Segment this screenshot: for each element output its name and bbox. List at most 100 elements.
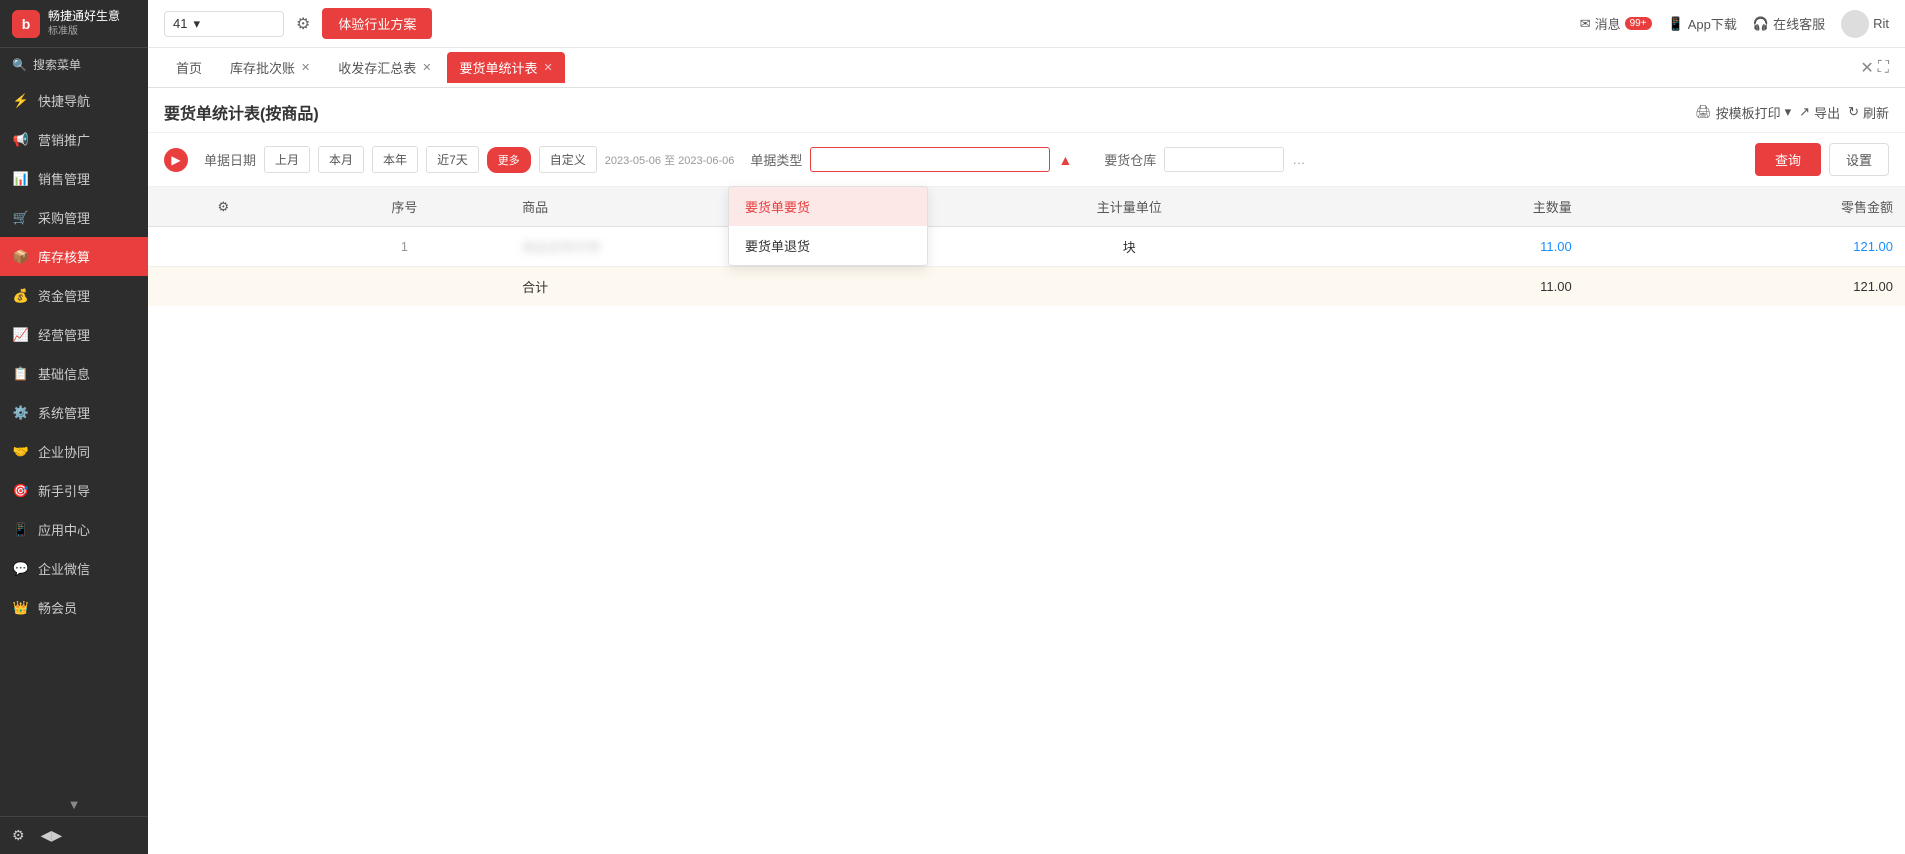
sidebar-item-purchase[interactable]: 🛒 采购管理: [0, 198, 148, 237]
basic-icon: 📋: [12, 365, 30, 383]
date-btn-this-year[interactable]: 本年: [372, 146, 418, 173]
col-num: 序号: [299, 187, 510, 227]
sidebar-item-sales[interactable]: 📊 销售管理: [0, 159, 148, 198]
cell-amount[interactable]: 121.00: [1584, 227, 1905, 267]
operations-icon: 📈: [12, 326, 30, 344]
tab-home[interactable]: 首页: [164, 52, 214, 83]
content-area: 要货单统计表(按商品) 🖨 按模板打印 ▾ ↗ 导出 ↻ 刷新 ▶: [148, 88, 1905, 854]
tab-order-stat-close[interactable]: ✕: [544, 61, 553, 74]
user-item[interactable]: Rit: [1841, 10, 1889, 38]
table-container: ⚙ 序号 商品 主计量单位 主数量 零售金额 1: [148, 187, 1905, 306]
wechat-icon: 💬: [12, 560, 30, 578]
sidebar-footer: ⚙ ◀▶: [0, 816, 148, 854]
headset-icon: 🎧: [1753, 16, 1769, 32]
table-footer-row: 合计 11.00 121.00: [148, 267, 1905, 307]
company-selector[interactable]: 41 ▾: [164, 11, 284, 37]
app-download-item[interactable]: 📱 App下载: [1668, 14, 1737, 33]
col-settings[interactable]: ⚙: [148, 187, 299, 227]
cell-qty[interactable]: 11.00: [1317, 227, 1583, 267]
settings-button[interactable]: 设置: [1829, 143, 1889, 176]
tab-close-all[interactable]: ✕ ⛶: [1860, 58, 1889, 78]
sidebar: b 畅捷通好生意 标准版 🔍 搜索菜单 ⚡ 快捷导航 📢 营销推广 📊 销售管理…: [0, 0, 148, 854]
expand-button[interactable]: ▶: [164, 148, 188, 172]
col-unit: 主计量单位: [941, 187, 1317, 227]
topbar-gear-icon[interactable]: ⚙: [296, 14, 310, 34]
cell-settings: [148, 227, 299, 267]
type-filter-input[interactable]: [810, 147, 1050, 172]
sidebar-item-quick-nav[interactable]: ⚡ 快捷导航: [0, 81, 148, 120]
export-button[interactable]: ↗ 导出: [1799, 103, 1840, 122]
settings-icon[interactable]: ⚙: [12, 827, 25, 844]
print-icon: 🖨: [1695, 104, 1712, 120]
footer-empty2: [299, 267, 510, 307]
date-btn-last-month[interactable]: 上月: [264, 146, 310, 173]
tab-batch[interactable]: 库存批次账 ✕: [218, 52, 322, 83]
type-filter-label: 单据类型: [750, 150, 802, 169]
avatar: [1841, 10, 1869, 38]
quick-nav-icon: ⚡: [12, 92, 30, 110]
sidebar-item-basic[interactable]: 📋 基础信息: [0, 354, 148, 393]
warehouse-filter-input[interactable]: [1164, 147, 1284, 172]
sidebar-nav: ⚡ 快捷导航 📢 营销推广 📊 销售管理 🛒 采购管理 📦 库存核算 💰 资金管…: [0, 81, 148, 793]
cell-unit: 块: [941, 227, 1317, 267]
query-button[interactable]: 查询: [1755, 143, 1821, 176]
guide-icon: 🎯: [12, 482, 30, 500]
sidebar-item-guide[interactable]: 🎯 新手引导: [0, 471, 148, 510]
template-print-button[interactable]: 🖨 按模板打印 ▾: [1695, 103, 1791, 122]
dropdown-item-order[interactable]: 要货单要货: [729, 187, 927, 226]
app-logo-text: 畅捷通好生意 标准版: [48, 9, 120, 38]
date-filter-label: 单据日期: [204, 150, 256, 169]
message-icon: ✉: [1580, 16, 1591, 32]
sidebar-search[interactable]: 🔍 搜索菜单: [0, 48, 148, 81]
date-btn-more[interactable]: 更多: [487, 147, 531, 173]
col-qty: 主数量: [1317, 187, 1583, 227]
footer-amount: 121.00: [1584, 267, 1905, 307]
footer-qty: 11.00: [1317, 267, 1583, 307]
tab-batch-close[interactable]: ✕: [301, 61, 310, 74]
sidebar-item-inventory[interactable]: 📦 库存核算: [0, 237, 148, 276]
collapse-icon[interactable]: ◀▶: [41, 827, 63, 844]
sidebar-item-appstore[interactable]: 📱 应用中心: [0, 510, 148, 549]
sidebar-item-member[interactable]: 👑 畅会员: [0, 588, 148, 627]
refresh-button[interactable]: ↻ 刷新: [1848, 103, 1889, 122]
sidebar-item-corp[interactable]: 🤝 企业协同: [0, 432, 148, 471]
tabbar: 首页 库存批次账 ✕ 收发存汇总表 ✕ 要货单统计表 ✕ ✕ ⛶: [148, 48, 1905, 88]
service-item[interactable]: 🎧 在线客服: [1753, 14, 1825, 33]
sidebar-item-operations[interactable]: 📈 经营管理: [0, 315, 148, 354]
chevron-down-icon2: ▾: [1785, 104, 1792, 120]
data-table: ⚙ 序号 商品 主计量单位 主数量 零售金额 1: [148, 187, 1905, 306]
sidebar-item-marketing[interactable]: 📢 营销推广: [0, 120, 148, 159]
corp-icon: 🤝: [12, 443, 30, 461]
inventory-icon: 📦: [12, 248, 30, 266]
dropdown-item-return[interactable]: 要货单退货: [729, 226, 927, 265]
sidebar-scroll-down[interactable]: ▼: [0, 793, 148, 816]
system-icon: ⚙️: [12, 404, 30, 422]
date-btn-7days[interactable]: 近7天: [426, 146, 479, 173]
maximize-icon: ⛶: [1878, 59, 1889, 77]
trial-button[interactable]: 体验行业方案: [322, 8, 432, 39]
export-icon: ↗: [1799, 104, 1810, 120]
search-icon: 🔍: [12, 58, 27, 72]
sidebar-item-system[interactable]: ⚙️ 系统管理: [0, 393, 148, 432]
tab-collect-close[interactable]: ✕: [422, 61, 431, 74]
messages-item[interactable]: ✉ 消息 99+: [1580, 14, 1652, 33]
tab-order-stat[interactable]: 要货单统计表 ✕: [447, 52, 564, 83]
page-title: 要货单统计表(按商品): [164, 100, 319, 124]
filter-bar: ▶ 单据日期 上月 本月 本年 近7天 更多 自定义 2023-05-06 至 …: [148, 133, 1905, 187]
type-dropdown-arrow[interactable]: ▲: [1058, 152, 1072, 168]
main-area: 41 ▾ ⚙ 体验行业方案 ✉ 消息 99+ 📱 App下载 🎧 在线客服 R: [148, 0, 1905, 854]
marketing-icon: 📢: [12, 131, 30, 149]
type-dropdown: 要货单要货 要货单退货: [728, 186, 928, 266]
table-settings-icon[interactable]: ⚙: [218, 199, 230, 214]
date-range-label: 2023-05-06 至 2023-06-06: [605, 152, 735, 168]
messages-badge: 99+: [1625, 17, 1652, 30]
date-btn-custom[interactable]: 自定义: [539, 146, 597, 173]
tab-collect[interactable]: 收发存汇总表 ✕: [326, 52, 443, 83]
date-btn-this-month[interactable]: 本月: [318, 146, 364, 173]
filter-more-icon[interactable]: …: [1292, 152, 1305, 167]
footer-label: 合计: [510, 267, 941, 307]
footer-empty1: [148, 267, 299, 307]
sidebar-item-finance[interactable]: 💰 资金管理: [0, 276, 148, 315]
sidebar-item-wechat[interactable]: 💬 企业微信: [0, 549, 148, 588]
topbar-left: 41 ▾ ⚙ 体验行业方案: [164, 8, 432, 39]
